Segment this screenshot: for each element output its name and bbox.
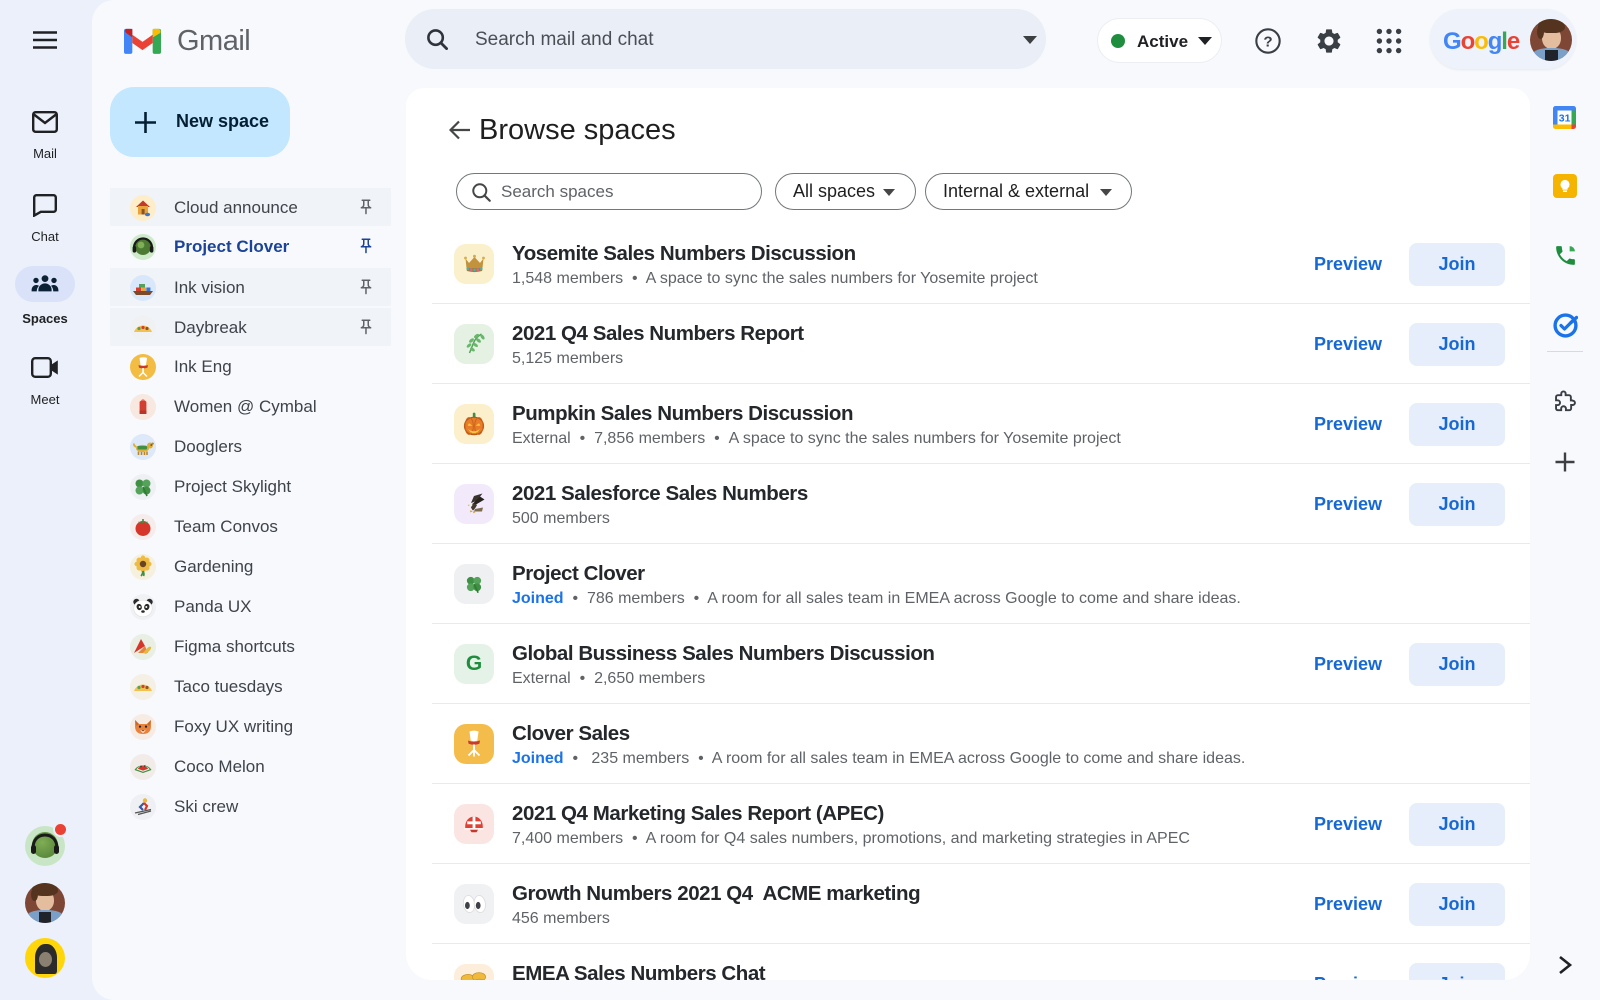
svg-text:31: 31: [1559, 113, 1571, 125]
svg-text:?: ?: [1263, 33, 1272, 50]
